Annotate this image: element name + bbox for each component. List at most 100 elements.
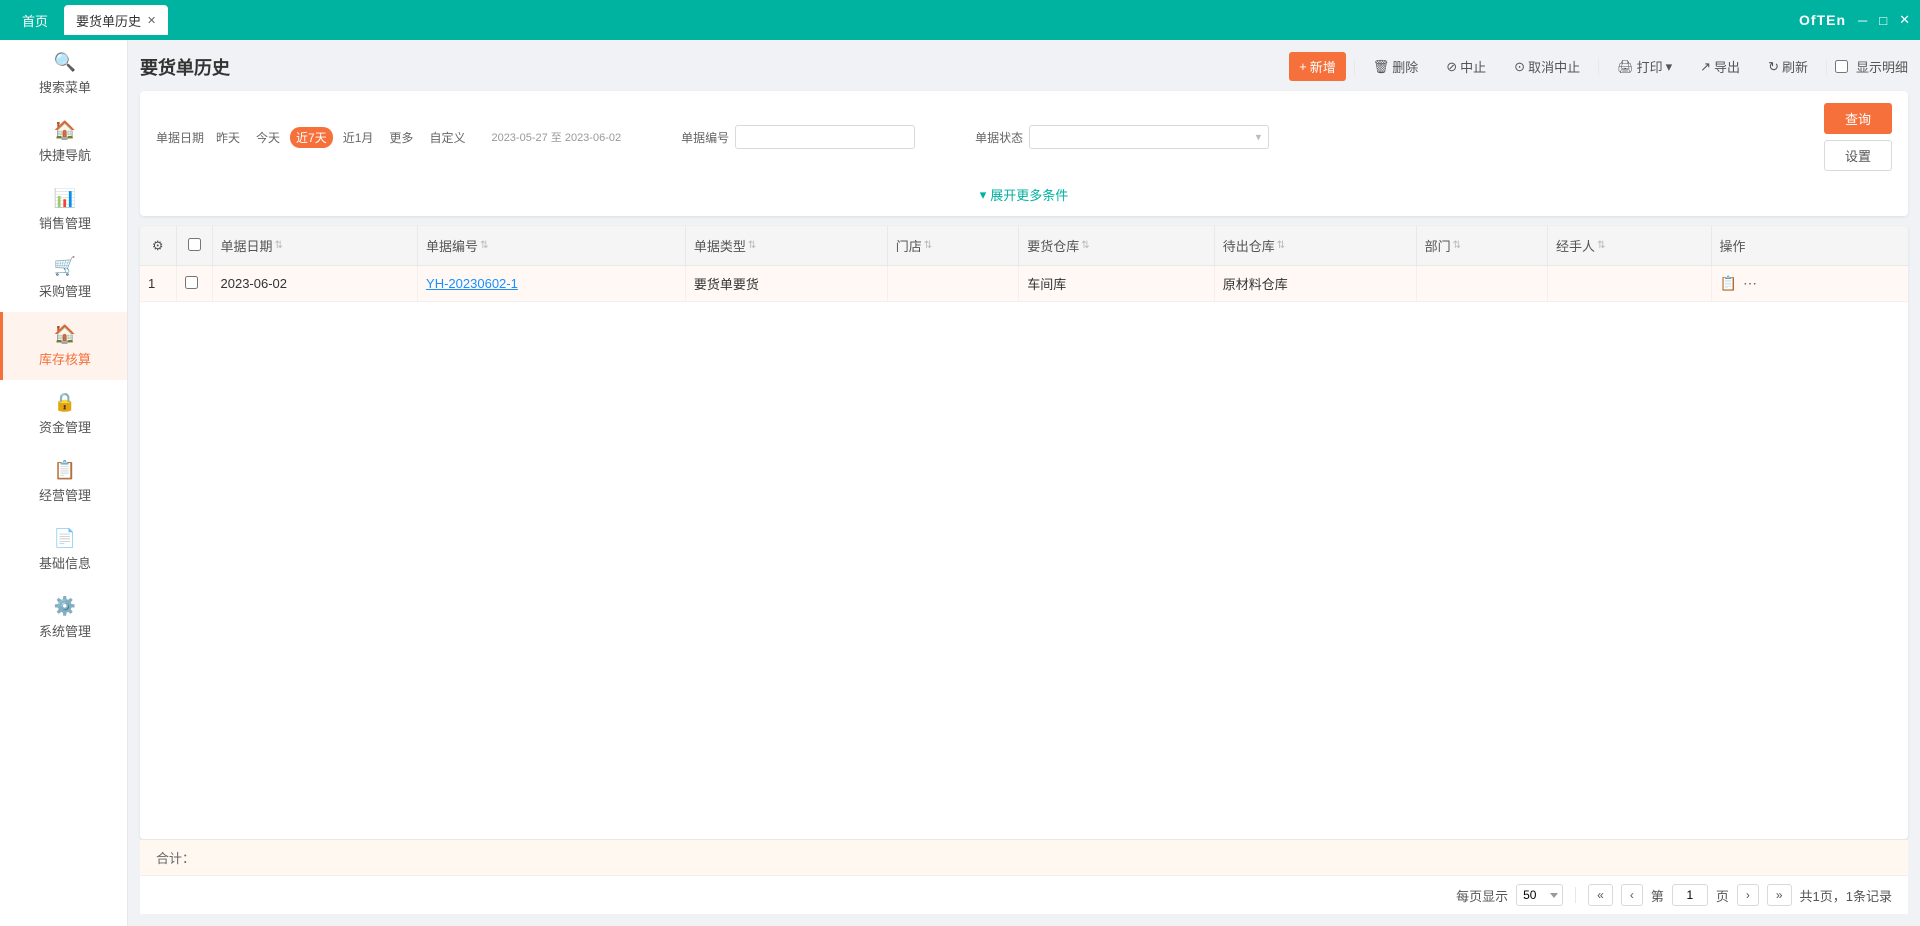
display-detail-toggle[interactable]: 显示明细 bbox=[1835, 57, 1908, 76]
new-button[interactable]: + 新增 bbox=[1289, 52, 1346, 81]
date-btn-today[interactable]: 今天 bbox=[250, 127, 286, 148]
cell-doc-date: 2023-06-02 bbox=[212, 266, 418, 302]
next-page-button[interactable]: › bbox=[1737, 884, 1759, 906]
row-edit-icon[interactable]: 📋 bbox=[1720, 275, 1737, 292]
top-bar-right: OfTEn ─ □ ✕ bbox=[1799, 12, 1910, 28]
select-all-checkbox[interactable] bbox=[188, 238, 201, 251]
current-page-input[interactable] bbox=[1672, 884, 1708, 906]
date-btn-1month[interactable]: 近1月 bbox=[337, 127, 380, 148]
sidebar-item-basic-info[interactable]: 📄 基础信息 bbox=[0, 516, 127, 584]
stop-button[interactable]: ⊘ 中止 bbox=[1436, 52, 1496, 81]
tab-requisition-history-label: 要货单历史 bbox=[76, 11, 141, 30]
ops-mgmt-icon: 📋 bbox=[54, 460, 76, 481]
sidebar-item-sales-mgmt[interactable]: 📊 销售管理 bbox=[0, 176, 127, 244]
export-label: 导出 bbox=[1714, 57, 1740, 76]
sidebar-item-purchase-mgmt-label: 采购管理 bbox=[39, 281, 91, 300]
sort-handler-icon[interactable]: ⇅ bbox=[1597, 240, 1605, 251]
date-btn-7days[interactable]: 近7天 bbox=[290, 127, 333, 148]
th-dept[interactable]: 部门 ⇅ bbox=[1416, 226, 1547, 266]
th-req-warehouse[interactable]: 要货仓库 ⇅ bbox=[1019, 226, 1214, 266]
delete-button[interactable]: 🗑 删除 bbox=[1363, 52, 1429, 81]
sidebar-item-search-menu[interactable]: 🔍 搜索菜单 bbox=[0, 40, 127, 108]
expand-more-button[interactable]: ▾ 展开更多条件 bbox=[980, 185, 1069, 204]
window-close-icon[interactable]: ✕ bbox=[1899, 12, 1910, 28]
new-label: 新增 bbox=[1310, 57, 1336, 76]
th-settings[interactable]: ⚙ bbox=[140, 226, 176, 266]
sidebar-item-purchase-mgmt[interactable]: 🛒 采购管理 bbox=[0, 244, 127, 312]
sidebar-item-sales-mgmt-label: 销售管理 bbox=[39, 213, 91, 232]
th-handler[interactable]: 经手人 ⇅ bbox=[1548, 226, 1711, 266]
row-checkbox[interactable] bbox=[185, 276, 198, 289]
tab-home[interactable]: 首页 bbox=[10, 5, 60, 35]
page-title: 要货单历史 bbox=[140, 54, 230, 80]
last-page-button[interactable]: » bbox=[1767, 884, 1792, 906]
doc-status-input[interactable] bbox=[1029, 125, 1269, 149]
sort-store-icon[interactable]: ⇅ bbox=[924, 240, 932, 251]
sidebar-item-quick-nav-label: 快捷导航 bbox=[39, 145, 91, 164]
first-page-button[interactable]: « bbox=[1588, 884, 1613, 906]
th-doc-type[interactable]: 单据类型 ⇅ bbox=[685, 226, 887, 266]
th-actions-label: 操作 bbox=[1720, 239, 1746, 254]
sidebar-item-ops-mgmt[interactable]: 📋 经营管理 bbox=[0, 448, 127, 516]
expand-more-label: 展开更多条件 bbox=[990, 185, 1068, 204]
sidebar-item-quick-nav[interactable]: 🏠 快捷导航 bbox=[0, 108, 127, 176]
sort-doc-number-icon[interactable]: ⇅ bbox=[480, 240, 488, 251]
th-doc-number[interactable]: 单据编号 ⇅ bbox=[418, 226, 686, 266]
print-button[interactable]: 🖨 打印 ▾ bbox=[1607, 52, 1682, 81]
settings-button[interactable]: 设置 bbox=[1824, 140, 1892, 171]
table-header-row: ⚙ 单据日期 ⇅ 单据编号 bbox=[140, 226, 1908, 266]
page-size-select[interactable]: 20 50 100 bbox=[1516, 884, 1563, 906]
th-store-label: 门店 bbox=[896, 236, 922, 255]
total-label: 合计： bbox=[156, 848, 195, 867]
doc-number-input[interactable] bbox=[735, 125, 915, 149]
sidebar-item-sys-mgmt[interactable]: ⚙️ 系统管理 bbox=[0, 584, 127, 652]
th-pending-warehouse[interactable]: 待出仓库 ⇅ bbox=[1214, 226, 1416, 266]
sales-mgmt-icon: 📊 bbox=[54, 188, 76, 209]
sort-doc-type-icon[interactable]: ⇅ bbox=[748, 240, 756, 251]
print-icon: 🖨 bbox=[1617, 59, 1634, 75]
filter-row-1: 单据日期 昨天 今天 近7天 近1月 更多 自定义 2023-05-27 至 2… bbox=[156, 103, 1892, 171]
sort-pending-warehouse-icon[interactable]: ⇅ bbox=[1277, 240, 1285, 251]
window-minimize-icon[interactable]: ─ bbox=[1858, 13, 1867, 28]
cell-doc-type: 要货单要货 bbox=[685, 266, 887, 302]
date-btn-yesterday[interactable]: 昨天 bbox=[210, 127, 246, 148]
refresh-label: 刷新 bbox=[1782, 57, 1808, 76]
th-doc-date[interactable]: 单据日期 ⇅ bbox=[212, 226, 418, 266]
cancel-stop-button[interactable]: ⊙ 取消中止 bbox=[1504, 52, 1590, 81]
doc-status-filter-label: 单据状态 bbox=[975, 129, 1023, 146]
th-store[interactable]: 门店 ⇅ bbox=[887, 226, 1018, 266]
toolbar: + 新增 🗑 删除 ⊘ 中止 ⊙ 取消中止 🖨 bbox=[1289, 52, 1908, 81]
top-bar: 首页 要货单历史 ✕ OfTEn ─ □ ✕ bbox=[0, 0, 1920, 40]
sidebar-item-fund-mgmt[interactable]: 🔒 资金管理 bbox=[0, 380, 127, 448]
date-btn-custom[interactable]: 自定义 bbox=[423, 127, 471, 148]
display-detail-checkbox[interactable] bbox=[1835, 60, 1848, 73]
main-layout: 🔍 搜索菜单 🏠 快捷导航 📊 销售管理 🛒 采购管理 🏠 库存核算 🔒 资金管… bbox=[0, 40, 1920, 926]
refresh-button[interactable]: ↻ 刷新 bbox=[1758, 52, 1818, 81]
toolbar-divider-2 bbox=[1598, 59, 1599, 75]
th-handler-label: 经手人 bbox=[1556, 236, 1595, 255]
prev-page-button[interactable]: ‹ bbox=[1621, 884, 1643, 906]
tab-close-icon[interactable]: ✕ bbox=[147, 14, 156, 27]
tab-home-label: 首页 bbox=[22, 11, 48, 30]
window-maximize-icon[interactable]: □ bbox=[1879, 13, 1887, 28]
purchase-mgmt-icon: 🛒 bbox=[54, 256, 76, 277]
table-settings-icon[interactable]: ⚙ bbox=[152, 238, 164, 253]
stop-icon: ⊘ bbox=[1446, 59, 1457, 75]
refresh-icon: ↻ bbox=[1768, 59, 1779, 75]
sort-doc-date-icon[interactable]: ⇅ bbox=[275, 240, 283, 251]
tab-requisition-history[interactable]: 要货单历史 ✕ bbox=[64, 5, 168, 35]
display-detail-label: 显示明细 bbox=[1856, 57, 1908, 76]
sort-req-warehouse-icon[interactable]: ⇅ bbox=[1081, 240, 1089, 251]
sidebar-item-inventory-calc[interactable]: 🏠 库存核算 bbox=[0, 312, 127, 380]
filter-item-doc-number: 单据编号 bbox=[681, 125, 915, 149]
date-filters: 昨天 今天 近7天 近1月 更多 自定义 bbox=[210, 127, 471, 148]
sort-dept-icon[interactable]: ⇅ bbox=[1453, 240, 1461, 251]
row-more-icon[interactable]: ⋯ bbox=[1743, 275, 1757, 292]
export-button[interactable]: ↗ 导出 bbox=[1690, 52, 1750, 81]
date-btn-more[interactable]: 更多 bbox=[383, 127, 419, 148]
new-icon: + bbox=[1299, 59, 1307, 74]
doc-number-link[interactable]: YH-20230602-1 bbox=[426, 276, 518, 291]
query-button[interactable]: 查询 bbox=[1824, 103, 1892, 134]
delete-label: 删除 bbox=[1392, 57, 1418, 76]
filter-bar: 单据日期 昨天 今天 近7天 近1月 更多 自定义 2023-05-27 至 2… bbox=[140, 91, 1908, 216]
